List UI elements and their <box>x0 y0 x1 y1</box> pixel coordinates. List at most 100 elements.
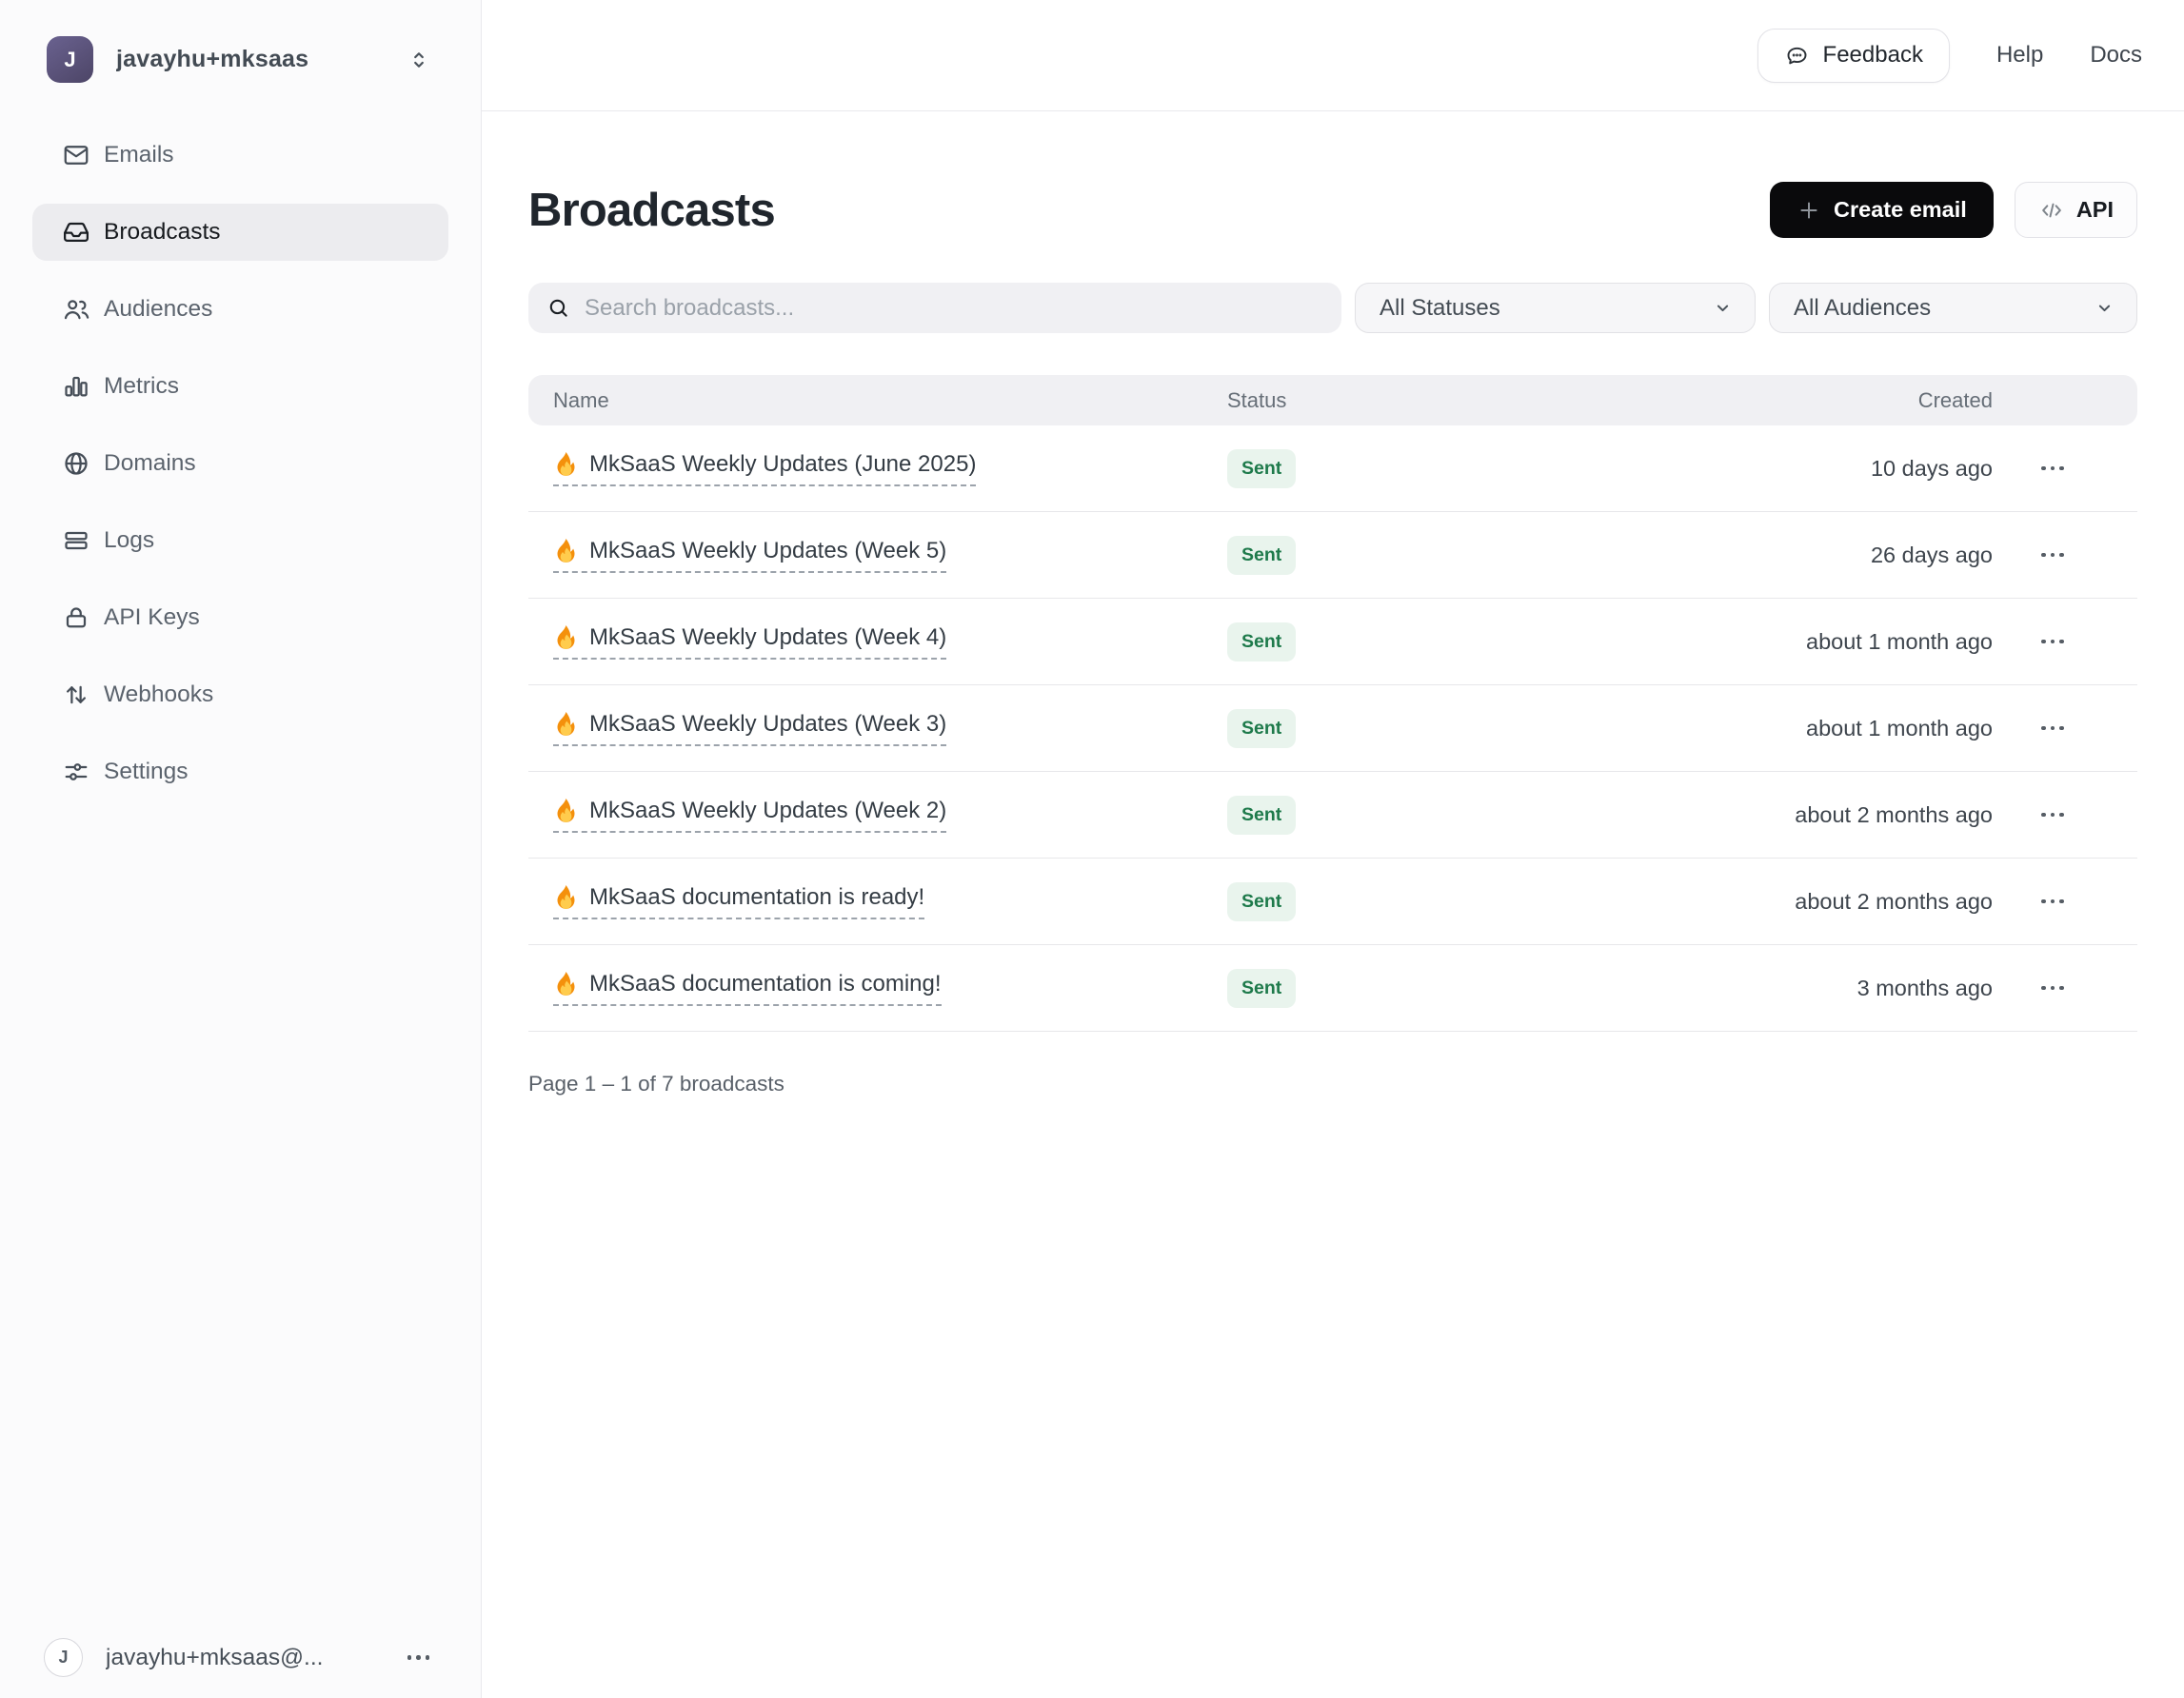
sidebar-item-label: Domains <box>104 450 196 476</box>
row-menu-button[interactable] <box>2035 803 2070 827</box>
users-icon <box>62 295 90 324</box>
create-email-label: Create email <box>1834 197 1967 222</box>
content: Broadcasts Create email API Search broad… <box>482 111 2184 1096</box>
broadcast-name: MkSaaS documentation is coming! <box>589 970 942 997</box>
search-icon <box>546 296 570 320</box>
app: J javayhu+mksaas Emails Broadcasts Audie… <box>0 0 2184 1698</box>
broadcast-link[interactable]: MkSaaS Weekly Updates (Week 5) <box>553 538 947 573</box>
row-menu-button[interactable] <box>2035 543 2070 567</box>
inbox-icon <box>62 218 90 247</box>
docs-link[interactable]: Docs <box>2090 42 2142 69</box>
lock-icon <box>62 603 90 632</box>
fire-emoji-icon <box>553 971 579 997</box>
broadcast-link[interactable]: MkSaaS documentation is coming! <box>553 971 942 1006</box>
column-header-status: Status <box>1227 387 1287 412</box>
status-badge: Sent <box>1227 535 1297 575</box>
sidebar-item-label: Webhooks <box>104 681 214 707</box>
table-row: MkSaaS Weekly Updates (Week 3) Sent abou… <box>528 685 2137 772</box>
account-menu[interactable]: J javayhu+mksaas@... <box>0 1638 481 1677</box>
column-header-created: Created <box>1917 387 1993 412</box>
sidebar-item-label: Emails <box>104 142 174 168</box>
sidebar-item-audiences[interactable]: Audiences <box>32 281 448 338</box>
broadcasts-table: Name Status Created MkSaaS Weekly Update… <box>528 375 2137 1096</box>
arrows-up-down-icon <box>62 681 90 709</box>
chevrons-up-down-icon <box>407 48 431 72</box>
row-menu-button[interactable] <box>2035 457 2070 481</box>
rows-icon <box>62 526 90 555</box>
sidebar-item-label: Metrics <box>104 373 179 399</box>
sidebar-item-label: Logs <box>104 527 155 553</box>
page-head: Broadcasts Create email API <box>528 182 2137 238</box>
broadcast-name: MkSaaS Weekly Updates (Week 4) <box>589 623 947 650</box>
sliders-icon <box>62 758 90 786</box>
sidebar-item-api-keys[interactable]: API Keys <box>32 589 448 646</box>
search-input[interactable] <box>585 294 1323 322</box>
broadcast-name: MkSaaS Weekly Updates (Week 3) <box>589 710 947 737</box>
fire-emoji-icon <box>553 624 579 650</box>
sidebar-item-domains[interactable]: Domains <box>32 435 448 492</box>
created-date: about 1 month ago <box>1806 628 1993 654</box>
row-menu-button[interactable] <box>2035 630 2070 654</box>
created-date: 3 months ago <box>1856 975 1993 1000</box>
speech-bubble-icon <box>1784 43 1810 69</box>
row-menu-button[interactable] <box>2035 717 2070 740</box>
sidebar: J javayhu+mksaas Emails Broadcasts Audie… <box>0 0 482 1698</box>
workspace-name: javayhu+mksaas <box>116 46 309 72</box>
row-menu-button[interactable] <box>2035 890 2070 914</box>
filters-row: All Statuses All Audiences <box>528 283 2137 333</box>
audience-filter-select[interactable]: All Audiences <box>1769 283 2137 333</box>
mail-icon <box>62 141 90 169</box>
status-filter-value: All Statuses <box>1380 294 1500 321</box>
table-row: MkSaaS documentation is coming! Sent 3 m… <box>528 945 2137 1032</box>
fire-emoji-icon <box>553 711 579 737</box>
workspace-switcher[interactable]: J javayhu+mksaas <box>0 0 481 83</box>
created-date: about 1 month ago <box>1806 715 1993 740</box>
sidebar-item-label: API Keys <box>104 604 200 630</box>
created-date: 10 days ago <box>1870 455 1993 481</box>
sidebar-nav: Emails Broadcasts Audiences Metrics Doma… <box>0 127 481 800</box>
sidebar-item-settings[interactable]: Settings <box>32 743 448 800</box>
status-badge: Sent <box>1227 881 1297 921</box>
fire-emoji-icon <box>553 798 579 823</box>
broadcast-link[interactable]: MkSaaS Weekly Updates (Week 4) <box>553 623 947 660</box>
created-date: 26 days ago <box>1870 542 1993 567</box>
code-icon <box>2038 197 2065 224</box>
main-area: Feedback Help Docs Broadcasts Create ema… <box>482 0 2184 1698</box>
status-badge: Sent <box>1227 622 1297 661</box>
status-filter-select[interactable]: All Statuses <box>1355 283 1756 333</box>
feedback-button[interactable]: Feedback <box>1757 28 1950 83</box>
broadcast-name: MkSaaS documentation is ready! <box>589 883 925 910</box>
feedback-label: Feedback <box>1822 42 1923 68</box>
help-link[interactable]: Help <box>1996 42 2043 69</box>
head-actions: Create email API <box>1770 182 2137 238</box>
api-button[interactable]: API <box>2014 182 2137 238</box>
sidebar-item-emails[interactable]: Emails <box>32 127 448 184</box>
broadcast-link[interactable]: MkSaaS Weekly Updates (June 2025) <box>553 451 977 486</box>
pagination-status: Page 1 – 1 of 7 broadcasts <box>528 1072 784 1096</box>
broadcast-link[interactable]: MkSaaS documentation is ready! <box>553 883 925 919</box>
workspace-avatar: J <box>47 36 93 83</box>
chevron-down-icon <box>2094 297 2115 319</box>
broadcast-link[interactable]: MkSaaS Weekly Updates (Week 3) <box>553 710 947 746</box>
account-avatar: J <box>44 1638 83 1677</box>
fire-emoji-icon <box>553 538 579 563</box>
sidebar-item-metrics[interactable]: Metrics <box>32 358 448 415</box>
sidebar-item-label: Broadcasts <box>104 219 221 245</box>
sidebar-item-logs[interactable]: Logs <box>32 512 448 569</box>
broadcast-link[interactable]: MkSaaS Weekly Updates (Week 2) <box>553 797 947 833</box>
fire-emoji-icon <box>553 451 579 477</box>
row-menu-button[interactable] <box>2035 977 2070 1000</box>
topbar: Feedback Help Docs <box>482 0 2184 111</box>
broadcast-name: MkSaaS Weekly Updates (Week 2) <box>589 797 947 823</box>
account-email: javayhu+mksaas@... <box>106 1644 324 1670</box>
ellipsis-icon[interactable] <box>406 1649 432 1666</box>
search-box[interactable] <box>528 283 1341 333</box>
chevron-down-icon <box>1712 297 1734 319</box>
sidebar-item-broadcasts[interactable]: Broadcasts <box>32 204 448 261</box>
table-row: MkSaaS Weekly Updates (June 2025) Sent 1… <box>528 425 2137 512</box>
created-date: about 2 months ago <box>1795 801 1993 827</box>
fire-emoji-icon <box>553 884 579 910</box>
create-email-button[interactable]: Create email <box>1770 182 1994 238</box>
column-header-name: Name <box>553 387 609 412</box>
sidebar-item-webhooks[interactable]: Webhooks <box>32 666 448 723</box>
